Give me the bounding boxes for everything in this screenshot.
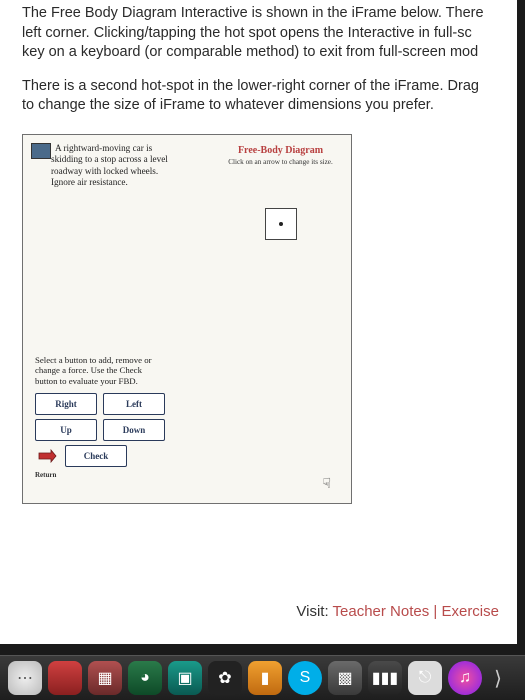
dock-app-gallery[interactable]: ▦ <box>88 661 122 695</box>
hint-line: button to evaluate your FBD. <box>35 376 185 387</box>
teacher-notes-link[interactable]: Teacher Notes <box>333 603 430 620</box>
visit-links: Visit: Teacher Notes | Exercise <box>296 603 499 620</box>
scenario-line: roadway with locked wheels. <box>51 166 201 178</box>
next-arrow-icon[interactable] <box>35 449 59 463</box>
resize-hotspot-cursor-icon[interactable]: ☟ <box>322 476 331 493</box>
macos-dock: ⋯ ▦ ◕ ▣ ✿ ▮ S ▩ ▮▮▮ ⎋ ♫ ⟩ <box>0 655 525 700</box>
intro-line: left corner. Clicking/tapping the hot sp… <box>22 24 517 44</box>
scenario-text: A rightward-moving car is skidding to a … <box>51 143 201 189</box>
scenario-line: A rightward-moving car is <box>55 143 201 155</box>
scenario-line: Ignore air resistance. <box>51 177 201 189</box>
fbd-object-box[interactable] <box>265 208 297 240</box>
intro-line: The Free Body Diagram Interactive is sho… <box>22 4 517 24</box>
dock-app-gray[interactable]: ▩ <box>328 661 362 695</box>
intro-line: key on a keyboard (or comparable method)… <box>22 43 517 63</box>
dock-skype[interactable]: S <box>288 661 322 695</box>
dock-app-teal[interactable]: ▣ <box>168 661 202 695</box>
intro-line: There is a second hot-spot in the lower-… <box>22 77 517 97</box>
left-button[interactable]: Left <box>103 393 165 415</box>
interactive-iframe[interactable]: A rightward-moving car is skidding to a … <box>22 134 352 504</box>
check-button[interactable]: Check <box>65 445 127 467</box>
intro-paragraph-2: There is a second hot-spot in the lower-… <box>22 77 517 116</box>
fbd-column: Free-Body Diagram Click on an arrow to c… <box>213 145 348 240</box>
fullscreen-hotspot[interactable] <box>31 143 51 159</box>
controls-hint: Select a button to add, remove or change… <box>35 355 185 387</box>
dock-itunes[interactable]: ♫ <box>448 661 482 695</box>
return-link[interactable]: Return <box>35 471 165 479</box>
dock-app-green[interactable]: ◕ <box>128 661 162 695</box>
dock-more-icon[interactable]: ⟩ <box>488 661 508 695</box>
intro-paragraph: The Free Body Diagram Interactive is sho… <box>22 4 517 63</box>
separator: | <box>429 603 441 620</box>
intro-line: to change the size of iFrame to whatever… <box>22 96 517 116</box>
dock-photos[interactable]: ✿ <box>208 661 242 695</box>
hint-line: change a force. Use the Check <box>35 365 185 376</box>
dock-app-light[interactable]: ⎋ <box>408 661 442 695</box>
exercise-link[interactable]: Exercise <box>441 603 499 620</box>
scenario-line: skidding to a stop across a level <box>51 154 201 166</box>
dock-app-red[interactable] <box>48 661 82 695</box>
dock-app-bars[interactable]: ▮▮▮ <box>368 661 402 695</box>
dock-ibooks[interactable]: ▮ <box>248 661 282 695</box>
webpage-content: The Free Body Diagram Interactive is sho… <box>0 0 517 644</box>
fbd-title: Free-Body Diagram <box>213 145 348 156</box>
down-button[interactable]: Down <box>103 419 165 441</box>
hint-line: Select a button to add, remove or <box>35 355 185 366</box>
force-buttons: Right Left Up Down Check Return <box>35 393 165 479</box>
dock-launchpad[interactable]: ⋯ <box>8 661 42 695</box>
up-button[interactable]: Up <box>35 419 97 441</box>
fbd-subtitle: Click on an arrow to change its size. <box>213 158 348 166</box>
visit-label: Visit: <box>296 603 328 620</box>
right-button[interactable]: Right <box>35 393 97 415</box>
